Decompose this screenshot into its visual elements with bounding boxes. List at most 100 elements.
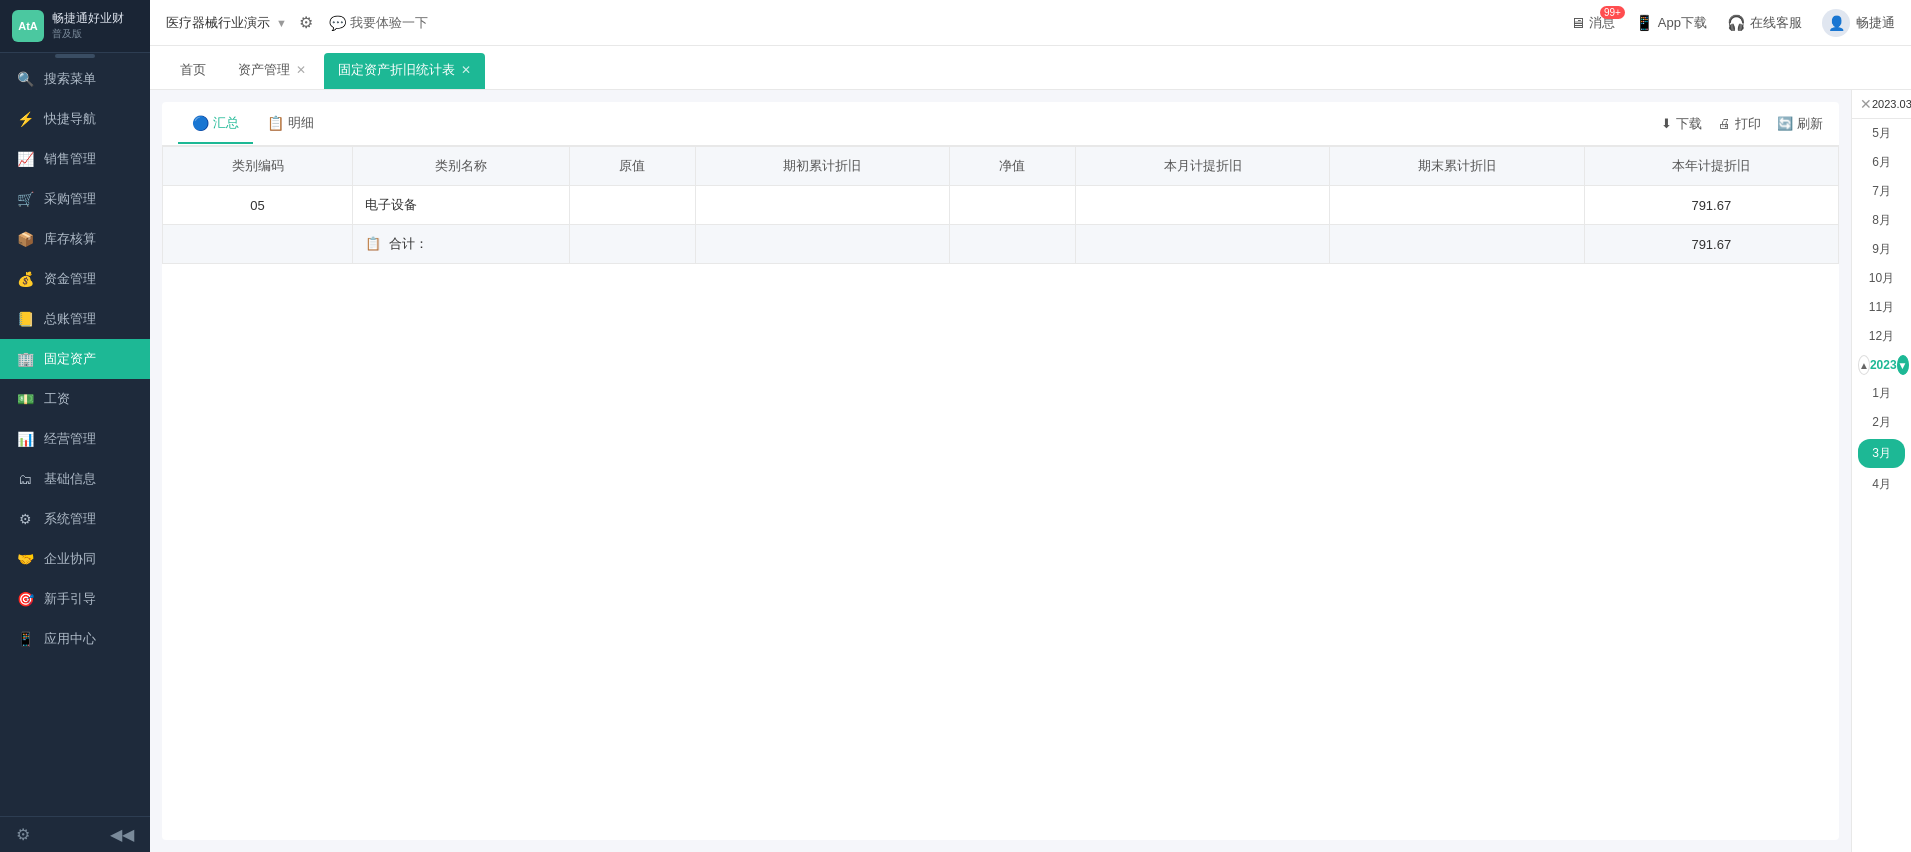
user-btn[interactable]: 👤 畅捷通 [1822,9,1895,37]
guide-icon: 🎯 [16,590,34,608]
logo-text: AtA [18,20,38,32]
calendar-month-curr[interactable]: 4月 [1852,470,1911,499]
refresh-btn[interactable]: 🔄 刷新 [1777,115,1823,133]
experience-icon: 💬 [329,15,346,31]
tab-home[interactable]: 首页 [166,53,220,89]
print-btn[interactable]: 🖨 打印 [1718,115,1761,133]
topbar-right: 🖥 消息 99+ 📱 App下载 🎧 在线客服 👤 畅捷通 [1570,9,1895,37]
app-download-icon: 📱 [1635,14,1654,32]
row-net [949,186,1075,225]
app-download-btn[interactable]: 📱 App下载 [1635,14,1707,32]
calendar-close-icon[interactable]: ✕ [1860,96,1872,112]
col-original: 原值 [569,147,695,186]
customer-service-label: 在线客服 [1750,14,1802,32]
customer-service-btn[interactable]: 🎧 在线客服 [1727,14,1802,32]
app-name: 畅捷通好业财 [52,11,124,27]
sidebar-item-appcenter[interactable]: 📱 应用中心 [0,619,150,659]
collapse-icon[interactable]: ◀◀ [110,825,134,844]
collab-icon: 🤝 [16,550,34,568]
sidebar-item-label-system: 系统管理 [44,510,96,528]
summary-row: 📋 合计： 791.67 [163,225,1839,264]
content-area: 🔵 汇总 📋 明细 ⬇ 下载 🖨 打印 [150,90,1911,852]
calendar-month-prev[interactable]: 9月 [1852,235,1911,264]
row-name: 电子设备 [353,186,569,225]
sidebar-item-collab[interactable]: 🤝 企业协同 [0,539,150,579]
calendar-month-prev[interactable]: 12月 [1852,322,1911,351]
summary-net [949,225,1075,264]
calendar-month-curr[interactable]: 1月 [1852,379,1911,408]
sidebar-item-fixed[interactable]: 🏢 固定资产 [0,339,150,379]
sidebar-item-guide[interactable]: 🎯 新手引导 [0,579,150,619]
sidebar-item-finance[interactable]: 💰 资金管理 [0,259,150,299]
row-closing [1330,186,1584,225]
calendar-month-prev[interactable]: 5月 [1852,119,1911,148]
calendar-up-btn[interactable]: ▲ [1858,355,1870,375]
message-badge: 99+ [1600,6,1625,19]
sidebar-item-payroll[interactable]: 💵 工资 [0,379,150,419]
refresh-label: 刷新 [1797,115,1823,133]
sidebar-menu: 🔍 搜索菜单 ⚡ 快捷导航 📈 销售管理 🛒 采购管理 📦 库存核算 💰 资金管… [0,59,150,816]
calendar-month-prev[interactable]: 6月 [1852,148,1911,177]
col-monthly: 本月计提折旧 [1075,147,1329,186]
sub-tab-summary[interactable]: 🔵 汇总 [178,104,253,144]
tab-assets-label: 资产管理 [238,61,290,79]
summary-closing [1330,225,1584,264]
calendar-current-year: 2023 [1870,358,1897,372]
calendar-down-btn[interactable]: ▼ [1897,355,1909,375]
summary-original [569,225,695,264]
operation-icon: 📊 [16,430,34,448]
tab-assets-close[interactable]: ✕ [296,63,306,77]
sidebar-item-label-collab: 企业协同 [44,550,96,568]
table-header-row: 类别编码 类别名称 原值 期初累计折旧 净值 本月计提折旧 期末累计折旧 本年计… [163,147,1839,186]
tab-assets[interactable]: 资产管理 ✕ [224,53,320,89]
summary-empty [163,225,353,264]
summary-icon: 📋 [365,236,381,251]
payroll-icon: 💵 [16,390,34,408]
company-name: 医疗器械行业演示 [166,14,270,32]
calendar-month-curr[interactable]: 3月 [1858,439,1905,468]
settings-icon[interactable]: ⚙ [16,825,30,844]
sidebar-item-ledger[interactable]: 📒 总账管理 [0,299,150,339]
sub-tab-detail[interactable]: 📋 明细 [253,104,328,144]
sales-icon: 📈 [16,150,34,168]
calendar-month-prev[interactable]: 11月 [1852,293,1911,322]
sidebar-item-sales[interactable]: 📈 销售管理 [0,139,150,179]
company-selector[interactable]: 医疗器械行业演示 ▼ [166,14,287,32]
calendar-month-prev[interactable]: 8月 [1852,206,1911,235]
summary-yearly: 791.67 [1584,225,1838,264]
sidebar-item-operation[interactable]: 📊 经营管理 [0,419,150,459]
calendar-month-curr[interactable]: 2月 [1852,408,1911,437]
message-btn[interactable]: 🖥 消息 99+ [1570,14,1615,32]
calendar-panel-header: ✕ 2023.03 ⛶ [1852,90,1911,119]
summary-tab-icon: 🔵 [192,115,209,131]
sidebar-item-quicknav[interactable]: ⚡ 快捷导航 [0,99,150,139]
summary-tab-label: 汇总 [213,114,239,132]
topbar: 医疗器械行业演示 ▼ ⚙ 💬 我要体验一下 🖥 消息 99+ 📱 App下载 🎧… [150,0,1911,46]
quicknav-icon: ⚡ [16,110,34,128]
sidebar-item-search[interactable]: 🔍 搜索菜单 [0,59,150,99]
download-btn[interactable]: ⬇ 下载 [1661,115,1702,133]
calendar-month-prev[interactable]: 7月 [1852,177,1911,206]
appcenter-icon: 📱 [16,630,34,648]
tab-depreciation[interactable]: 固定资产折旧统计表 ✕ [324,53,485,89]
sidebar-item-inventory[interactable]: 📦 库存核算 [0,219,150,259]
experience-btn[interactable]: 💬 我要体验一下 [329,14,428,32]
sidebar-item-system[interactable]: ⚙ 系统管理 [0,499,150,539]
calendar-month-prev[interactable]: 10月 [1852,264,1911,293]
system-icon: ⚙ [16,510,34,528]
basic-icon: 🗂 [16,470,34,488]
row-yearly: 791.67 [1584,186,1838,225]
print-icon: 🖨 [1718,116,1731,131]
purchase-icon: 🛒 [16,190,34,208]
sidebar-item-label-ledger: 总账管理 [44,310,96,328]
tab-depreciation-close[interactable]: ✕ [461,63,471,77]
sidebar-item-purchase[interactable]: 🛒 采购管理 [0,179,150,219]
calendar-year-nav: ▲ 2023 ▼ [1852,351,1911,379]
tab-home-label: 首页 [180,61,206,79]
search-icon: 🔍 [16,70,34,88]
topbar-settings-icon[interactable]: ⚙ [299,13,313,32]
sidebar-item-basic[interactable]: 🗂 基础信息 [0,459,150,499]
fixed-icon: 🏢 [16,350,34,368]
row-monthly [1075,186,1329,225]
sidebar-logo: AtA 畅捷通好业财 普及版 [0,0,150,53]
